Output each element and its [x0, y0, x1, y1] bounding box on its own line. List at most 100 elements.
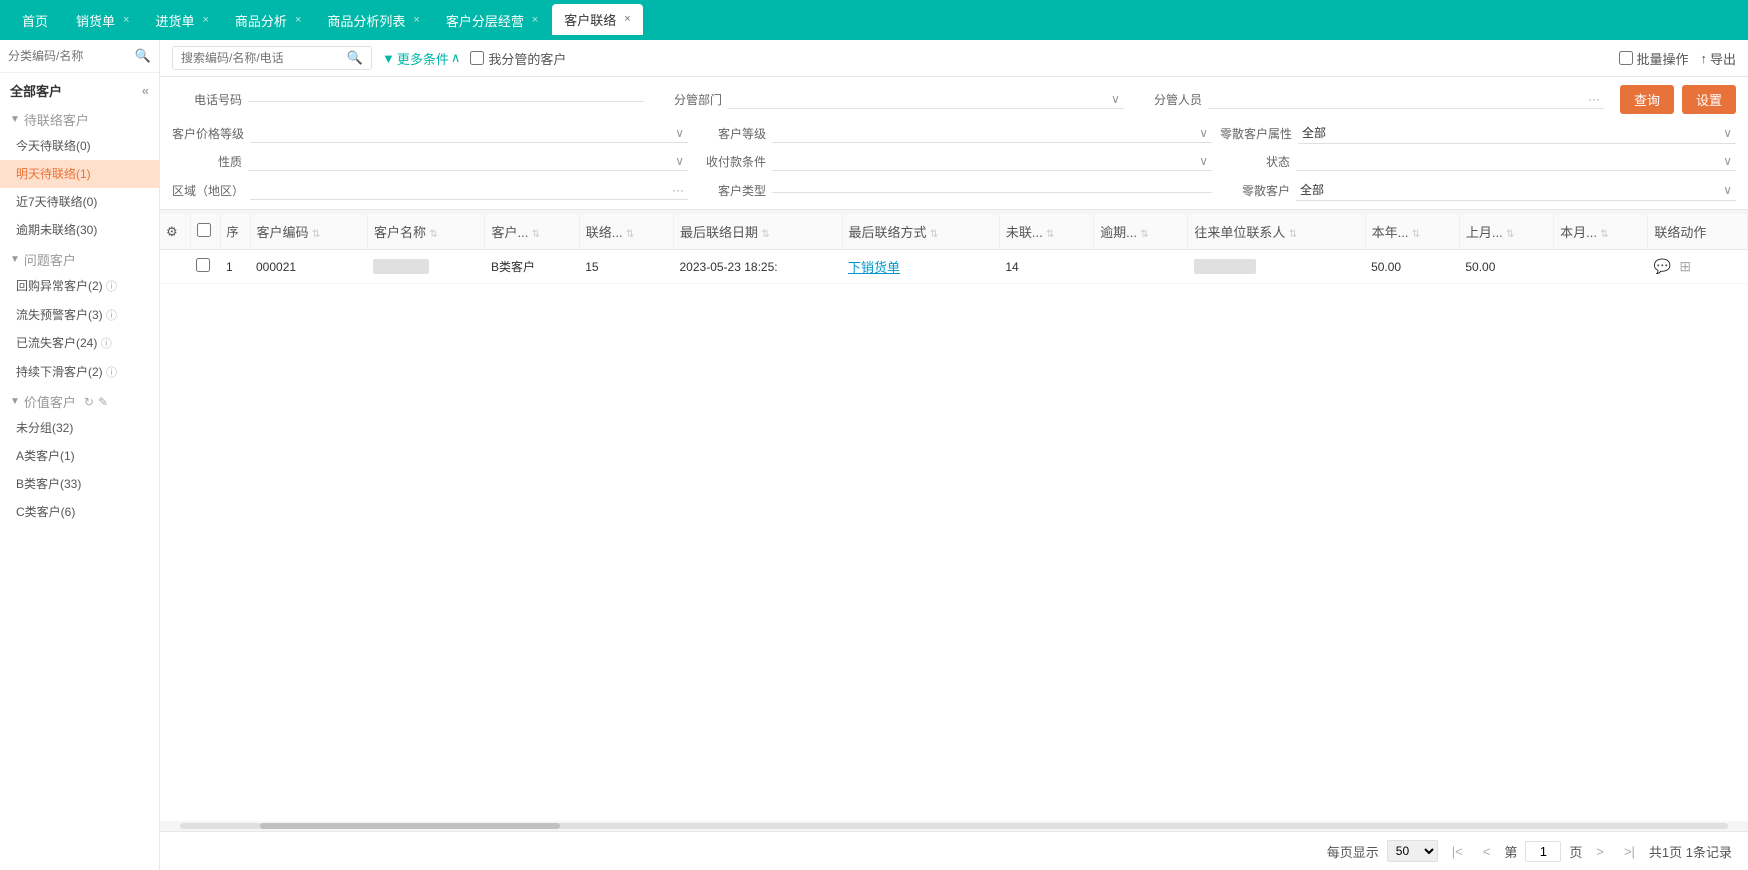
filter-retail2-input[interactable]: 全部 ∨ — [1296, 179, 1736, 201]
sidebar-group-pending[interactable]: ▼ 待联络客户 — [0, 104, 159, 132]
my-customers-checkbox[interactable]: 我分管的客户 — [470, 49, 566, 68]
filter-dept-input[interactable]: ∨ — [728, 90, 1124, 109]
dots-icon[interactable]: ··· — [672, 183, 684, 197]
next-page-btn[interactable]: > — [1590, 842, 1610, 861]
prev-page-btn[interactable]: < — [1477, 842, 1497, 861]
search-icon[interactable]: 🔍 — [135, 48, 151, 64]
gear-icon[interactable]: ⚙ — [166, 224, 178, 239]
nav-tab-analysis[interactable]: 商品分析 × — [223, 5, 313, 36]
batch-operations-btn[interactable]: 批量操作 — [1619, 49, 1688, 68]
search-icon[interactable]: 🔍 — [347, 50, 363, 66]
filter-retail-input[interactable]: 全部 ∨ — [1298, 122, 1736, 144]
nav-tab-customer-contact[interactable]: 客户联络 × — [552, 4, 642, 37]
chevron-up-icon: ∧ — [451, 50, 461, 66]
filter-type-input[interactable] — [772, 188, 1212, 193]
triangle-icon: ▼ — [10, 114, 20, 125]
cell-check[interactable] — [190, 250, 220, 284]
row-check[interactable] — [196, 258, 210, 272]
filter-phone-input[interactable] — [248, 97, 644, 102]
filter-status-input[interactable]: ∨ — [1296, 152, 1736, 171]
sidebar-item-c-class[interactable]: C类客户(6) — [0, 498, 159, 526]
select-all-check[interactable] — [197, 223, 211, 237]
col-last-method[interactable]: 最后联络方式 ⇅ — [842, 214, 999, 250]
batch-check[interactable] — [1619, 51, 1633, 65]
last-page-btn[interactable]: >| — [1618, 842, 1641, 861]
col-check[interactable] — [190, 214, 220, 250]
filter-toolbar: 🔍 ▼ 更多条件 ∧ 我分管的客户 批量操作 ↑ 导出 — [160, 40, 1748, 77]
col-name[interactable]: 客户名称 ⇅ — [367, 214, 484, 250]
col-contacts[interactable]: 联络... ⇅ — [579, 214, 673, 250]
sidebar-item-a-class[interactable]: A类客户(1) — [0, 442, 159, 470]
sidebar-item-repurchase-abnormal[interactable]: 回购异常客户(2) ⓘ — [0, 272, 159, 301]
sidebar-item-tomorrow[interactable]: 明天待联络(1) — [0, 160, 159, 188]
sidebar: 🔍 全部客户 « ▼ 待联络客户 今天待联络(0) 明天待联络(1) 近7天待联… — [0, 40, 160, 870]
nav-tab-customer-segment[interactable]: 客户分层经营 × — [434, 5, 550, 36]
col-code[interactable]: 客户编码 ⇅ — [250, 214, 367, 250]
col-gear[interactable]: ⚙ — [160, 214, 190, 250]
cell-uncontacted: 14 — [999, 250, 1093, 284]
filter-nature-input[interactable]: ∨ — [248, 152, 688, 171]
col-this-year[interactable]: 本年... ⇅ — [1365, 214, 1459, 250]
refresh-icon[interactable]: ↻ — [84, 395, 94, 409]
sidebar-item-today[interactable]: 今天待联络(0) — [0, 132, 159, 160]
nav-home[interactable]: 首页 — [8, 5, 62, 36]
col-this-month[interactable]: 本月... ⇅ — [1554, 214, 1648, 250]
sidebar-search-input[interactable] — [8, 49, 131, 63]
scrollbar-thumb[interactable] — [260, 823, 560, 829]
sort-icon: ⇅ — [1140, 229, 1148, 240]
sort-icon: ⇅ — [532, 229, 540, 240]
cell-this-year: 50.00 — [1365, 250, 1459, 284]
my-customers-check[interactable] — [470, 51, 484, 65]
cell-last-method[interactable]: 下销货单 — [842, 250, 999, 284]
per-page-select[interactable]: 50 100 200 — [1387, 840, 1438, 862]
sidebar-search-container: 🔍 — [0, 40, 159, 73]
all-customers-header[interactable]: 全部客户 « — [0, 73, 159, 104]
col-unit-contact[interactable]: 往来单位联系人 ⇅ — [1188, 214, 1365, 250]
collapse-icon[interactable]: « — [142, 83, 149, 98]
sidebar-item-b-class[interactable]: B类客户(33) — [0, 470, 159, 498]
table-header-row: ⚙ 序 客户编码 ⇅ 客户名称 ⇅ — [160, 214, 1748, 250]
filter-region-input[interactable]: ··· — [250, 181, 688, 200]
sidebar-item-declining[interactable]: 持续下滑客户(2) ⓘ — [0, 358, 159, 387]
grid-icon[interactable]: ⊞ — [1679, 258, 1691, 275]
nav-tab-sales[interactable]: 销货单 × — [64, 5, 141, 36]
query-button[interactable]: 查询 — [1620, 85, 1674, 114]
filter-payment-input[interactable]: ∨ — [772, 152, 1212, 171]
main-layout: 🔍 全部客户 « ▼ 待联络客户 今天待联络(0) 明天待联络(1) 近7天待联… — [0, 40, 1748, 870]
search-input[interactable] — [181, 51, 343, 65]
close-icon: × — [202, 14, 208, 26]
comment-icon[interactable]: 💬 — [1654, 258, 1671, 275]
filter-person-input[interactable]: ··· — [1208, 90, 1604, 109]
edit-icon[interactable]: ✎ — [98, 395, 108, 409]
nav-tab-purchase[interactable]: 进货单 × — [143, 5, 220, 36]
sidebar-item-churned[interactable]: 已流失客户(24) ⓘ — [0, 329, 159, 358]
filter-nature: 性质 ∨ — [172, 152, 688, 171]
sidebar-item-ungrouped[interactable]: 未分组(32) — [0, 414, 159, 442]
sidebar-item-overdue[interactable]: 逾期未联络(30) — [0, 216, 159, 244]
sidebar-group-problem[interactable]: ▼ 问题客户 — [0, 244, 159, 272]
nav-tab-analysis-list[interactable]: 商品分析列表 × — [315, 5, 431, 36]
sidebar-group-value[interactable]: ▼ 价值客户 ↻ ✎ — [0, 386, 159, 414]
right-actions: 批量操作 ↑ 导出 — [1619, 49, 1736, 68]
sidebar-item-7days[interactable]: 近7天待联络(0) — [0, 188, 159, 216]
dots-icon[interactable]: ··· — [1588, 92, 1600, 106]
filter-price-input[interactable]: ∨ — [250, 124, 688, 143]
horizontal-scrollbar[interactable] — [160, 821, 1748, 831]
cell-this-month — [1554, 250, 1648, 284]
col-type[interactable]: 客户... ⇅ — [485, 214, 579, 250]
page-input[interactable] — [1525, 841, 1561, 862]
chevron-down-icon: ∨ — [1199, 126, 1208, 140]
col-last-date[interactable]: 最后联络日期 ⇅ — [674, 214, 843, 250]
settings-button[interactable]: 设置 — [1682, 85, 1736, 114]
table-area: ⚙ 序 客户编码 ⇅ 客户名称 ⇅ — [160, 214, 1748, 821]
col-uncontacted[interactable]: 未联... ⇅ — [999, 214, 1093, 250]
col-last-month[interactable]: 上月... ⇅ — [1459, 214, 1553, 250]
first-page-btn[interactable]: |< — [1446, 842, 1469, 861]
export-btn[interactable]: ↑ 导出 — [1700, 49, 1736, 68]
filter-level-input[interactable]: ∨ — [772, 124, 1212, 143]
page-suffix: 页 — [1569, 842, 1582, 861]
last-method-link[interactable]: 下销货单 — [848, 260, 900, 275]
col-overdue[interactable]: 逾期... ⇅ — [1094, 214, 1188, 250]
more-conditions-btn[interactable]: ▼ 更多条件 ∧ — [382, 49, 460, 68]
sidebar-item-churn-warning[interactable]: 流失预警客户(3) ⓘ — [0, 301, 159, 330]
